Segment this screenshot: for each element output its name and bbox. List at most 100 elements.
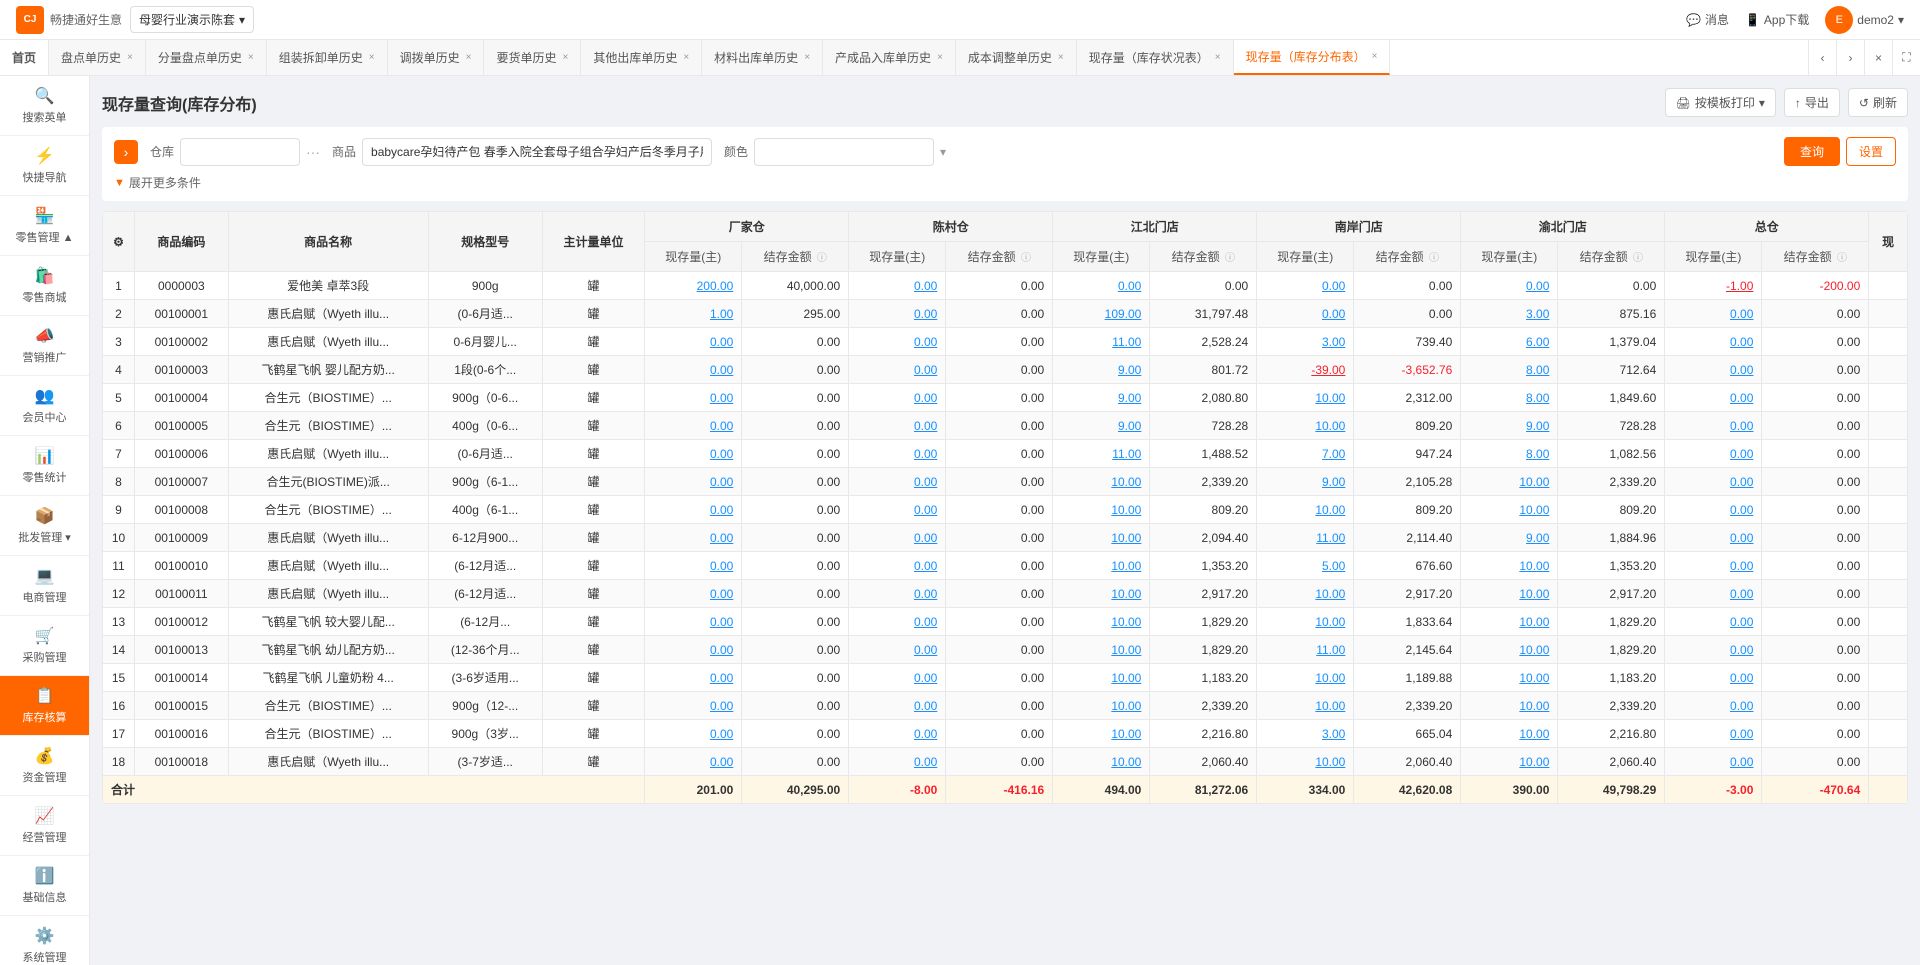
table-cell[interactable]: 0.00: [645, 440, 742, 468]
table-cell[interactable]: 0.00: [645, 580, 742, 608]
sidebar-item-inventory[interactable]: 📋 库存核算: [0, 676, 89, 736]
fc-info-icon[interactable]: ⓘ: [817, 253, 827, 264]
table-cell[interactable]: 0.00: [849, 664, 946, 692]
table-cell[interactable]: 3.00: [1257, 720, 1354, 748]
sidebar-item-purchase[interactable]: 🛒 采购管理: [0, 616, 89, 676]
table-cell[interactable]: 10.00: [1461, 720, 1558, 748]
tab-close-icon[interactable]: ×: [562, 52, 568, 63]
table-cell[interactable]: 10.00: [1257, 580, 1354, 608]
tab-close-icon[interactable]: ×: [1372, 51, 1378, 62]
table-cell[interactable]: 3.00: [1257, 328, 1354, 356]
table-cell[interactable]: 0.00: [1665, 496, 1762, 524]
table-cell[interactable]: 0.00: [1665, 720, 1762, 748]
tab-home[interactable]: 首页: [0, 40, 49, 75]
table-cell[interactable]: 10.00: [1257, 664, 1354, 692]
tab-close-icon[interactable]: ×: [466, 52, 472, 63]
table-cell[interactable]: 11.00: [1257, 524, 1354, 552]
table-cell[interactable]: 10.00: [1257, 748, 1354, 776]
table-cell[interactable]: 8.00: [1461, 356, 1558, 384]
tab-fenliang[interactable]: 分量盘点单历史 ×: [146, 40, 267, 75]
warehouse-input[interactable]: [180, 138, 300, 166]
tab-next-btn[interactable]: ›: [1836, 40, 1864, 75]
tab-close-icon[interactable]: ×: [804, 52, 810, 63]
table-cell[interactable]: 5.00: [1257, 552, 1354, 580]
warehouse-dots[interactable]: ···: [306, 144, 320, 160]
tab-pandian[interactable]: 盘点单历史 ×: [49, 40, 146, 75]
table-cell[interactable]: 0.00: [645, 468, 742, 496]
table-cell[interactable]: 0.00: [849, 356, 946, 384]
expand-filter-btn[interactable]: ›: [114, 140, 138, 164]
table-cell[interactable]: 0.00: [645, 748, 742, 776]
tab-close-icon[interactable]: ×: [1215, 52, 1221, 63]
tab-prev-btn[interactable]: ‹: [1808, 40, 1836, 75]
refresh-btn[interactable]: ↺ 刷新: [1848, 88, 1908, 117]
total-info-icon[interactable]: ⓘ: [1837, 253, 1847, 264]
table-cell[interactable]: 0.00: [849, 440, 946, 468]
table-cell[interactable]: 0.00: [645, 552, 742, 580]
table-cell[interactable]: 0.00: [849, 608, 946, 636]
th-settings[interactable]: ⚙: [103, 212, 135, 272]
print-btn[interactable]: 🖨 按模板打印 ▾: [1665, 88, 1776, 117]
table-cell[interactable]: 10.00: [1053, 608, 1150, 636]
table-cell[interactable]: 10.00: [1053, 552, 1150, 580]
sidebar-item-retail-store[interactable]: 🛍️ 零售商城: [0, 256, 89, 316]
table-cell[interactable]: 10.00: [1461, 748, 1558, 776]
table-cell[interactable]: 11.00: [1053, 328, 1150, 356]
table-cell[interactable]: 10.00: [1461, 664, 1558, 692]
sidebar-item-finance[interactable]: 💰 资金管理: [0, 736, 89, 796]
table-cell[interactable]: 6.00: [1461, 328, 1558, 356]
table-cell[interactable]: 11.00: [1257, 636, 1354, 664]
table-cell[interactable]: 10.00: [1053, 524, 1150, 552]
jb-info-icon[interactable]: ⓘ: [1225, 253, 1235, 264]
tab-chengben[interactable]: 成本调整单历史 ×: [956, 40, 1077, 75]
table-cell[interactable]: -39.00: [1257, 356, 1354, 384]
tab-close-icon[interactable]: ×: [369, 52, 375, 63]
sidebar-item-nav[interactable]: ⚡ 快捷导航: [0, 136, 89, 196]
table-cell[interactable]: 9.00: [1053, 384, 1150, 412]
table-cell[interactable]: 10.00: [1461, 692, 1558, 720]
table-cell[interactable]: 0.00: [1665, 328, 1762, 356]
table-cell[interactable]: 109.00: [1053, 300, 1150, 328]
na-info-icon[interactable]: ⓘ: [1429, 253, 1439, 264]
table-cell[interactable]: -1.00: [1665, 272, 1762, 300]
sidebar-item-retail-stats[interactable]: 📊 零售统计: [0, 436, 89, 496]
table-cell[interactable]: 0.00: [1665, 524, 1762, 552]
sidebar-item-retail-mgmt[interactable]: 🏪 零售管理 ▲: [0, 196, 89, 256]
export-btn[interactable]: ↑ 导出: [1784, 88, 1840, 117]
table-cell[interactable]: 0.00: [1665, 692, 1762, 720]
table-cell[interactable]: 10.00: [1053, 496, 1150, 524]
sidebar-item-member[interactable]: 👥 会员中心: [0, 376, 89, 436]
table-cell[interactable]: 0.00: [1665, 636, 1762, 664]
tab-expand-btn[interactable]: ⛶: [1892, 40, 1920, 75]
table-cell[interactable]: 10.00: [1257, 608, 1354, 636]
table-cell[interactable]: 3.00: [1461, 300, 1558, 328]
user-profile[interactable]: E demo2 ▾: [1825, 6, 1904, 34]
table-cell[interactable]: 200.00: [645, 272, 742, 300]
store-selector[interactable]: 母婴行业演示陈套 ▾: [130, 6, 254, 33]
table-cell[interactable]: 10.00: [1257, 692, 1354, 720]
table-cell[interactable]: 0.00: [1665, 664, 1762, 692]
tab-kucun-status[interactable]: 现存量（库存状况表） ×: [1077, 40, 1234, 75]
tab-diaob[interactable]: 调拨单历史 ×: [388, 40, 485, 75]
table-cell[interactable]: 0.00: [1665, 440, 1762, 468]
table-cell[interactable]: 0.00: [849, 636, 946, 664]
sidebar-item-system[interactable]: ⚙️ 系统管理: [0, 916, 89, 965]
table-cell[interactable]: 0.00: [645, 720, 742, 748]
table-cell[interactable]: 0.00: [849, 720, 946, 748]
table-cell[interactable]: 0.00: [645, 328, 742, 356]
table-cell[interactable]: 0.00: [1665, 552, 1762, 580]
table-cell[interactable]: 10.00: [1053, 580, 1150, 608]
sidebar-item-basics[interactable]: ℹ️ 基础信息: [0, 856, 89, 916]
tab-close-icon[interactable]: ×: [937, 52, 943, 63]
table-cell[interactable]: 10.00: [1257, 412, 1354, 440]
table-cell[interactable]: 0.00: [849, 496, 946, 524]
product-input[interactable]: [362, 138, 712, 166]
sidebar-item-search[interactable]: 🔍 搜索英单: [0, 76, 89, 136]
table-cell[interactable]: 9.00: [1461, 524, 1558, 552]
message-btn[interactable]: 💬 消息: [1686, 11, 1729, 28]
table-cell[interactable]: 10.00: [1257, 496, 1354, 524]
table-cell[interactable]: 0.00: [849, 300, 946, 328]
sidebar-item-wholesale[interactable]: 📦 批发管理 ▾: [0, 496, 89, 556]
sidebar-item-operation[interactable]: 📈 经营管理: [0, 796, 89, 856]
table-cell[interactable]: 0.00: [645, 412, 742, 440]
